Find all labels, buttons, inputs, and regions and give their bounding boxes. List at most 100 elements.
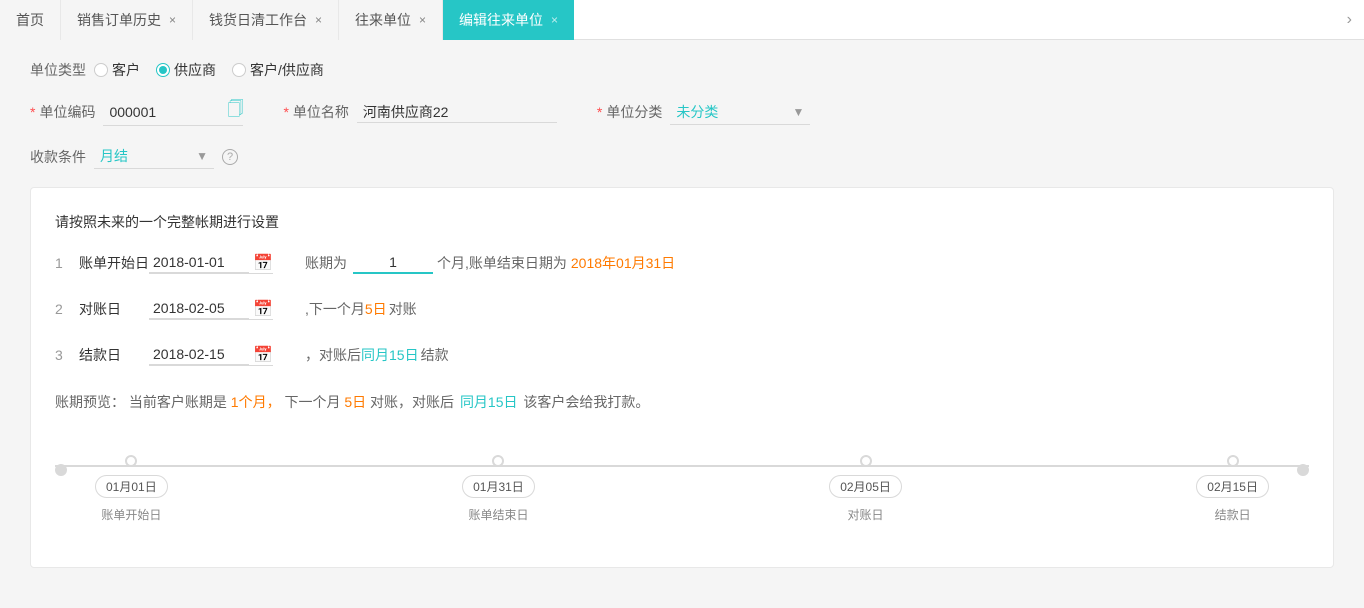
preview-end: 该客户会给我打款。 [523,394,649,410]
payment-terms-row: 收款条件 月结 ▼ ? [30,144,1334,169]
step-3-calendar-icon[interactable]: 📅 [253,345,273,365]
node-desc-1: 账单结束日 [468,506,528,523]
step-3-name: 结款日 [79,345,149,365]
radio-both-circle [232,63,246,77]
timeline-nodes: 01月01日 账单开始日 01月31日 账单结束日 02月05日 对账日 02月… [95,455,1269,523]
radio-both-label: 客户/供应商 [250,60,324,80]
payment-terms-dropdown-icon: ▼ [196,149,208,163]
unit-category-select[interactable]: 未分类 ▼ [670,100,810,125]
radio-supplier-label: 供应商 [174,60,216,80]
tabs-bar: 首页 销售订单历史 × 钱货日清工作台 × 往来单位 × 编辑往来单位 × › [0,0,1364,40]
preview-orange1: 1个月， [231,394,281,410]
preview-before1: 当前客户账期是 [129,394,227,410]
tab-edit-partner-label: 编辑往来单位 [459,10,543,30]
node-desc-2: 对账日 [848,506,884,523]
step-2-desc: ,下一个月 5日 对账 [305,299,417,319]
unit-category-field: * 单位分类 未分类 ▼ [597,100,810,125]
preview-text: 账期预览： 当前客户账期是 1个月， 下一个月 5日 对账，对账后 同月15日 … [55,390,1309,415]
unit-name-input[interactable] [357,102,557,123]
tabs-more-button[interactable]: › [1335,0,1364,40]
node-desc-3: 结款日 [1215,506,1251,523]
unit-code-label: 单位编码 [39,102,95,122]
step-3-desc-suffix: 结款 [421,345,449,365]
payment-terms-field: 收款条件 月结 ▼ ? [30,144,238,169]
payment-terms-label: 收款条件 [30,147,86,167]
tab-partner-units-label: 往来单位 [355,10,411,30]
unit-code-input[interactable] [103,102,223,122]
node-label-0: 01月01日 [95,475,168,498]
node-label-1: 01月31日 [462,475,535,498]
settings-card: 请按照未来的一个完整帐期进行设置 1 账单开始日 📅 账期为 个月,账单结束日期… [30,187,1334,568]
tab-partner-units[interactable]: 往来单位 × [339,0,443,40]
unit-category-label: 单位分类 [606,102,662,122]
radio-customer-label: 客户 [112,60,140,80]
step-2-desc-prefix: ,下一个月 [305,299,365,319]
step-3-date-input[interactable] [149,344,249,365]
step-2-name: 对账日 [79,299,149,319]
payment-terms-value: 月结 [100,146,192,166]
node-circle-0 [125,455,137,467]
unit-category-dropdown-icon: ▼ [792,105,804,119]
radio-both[interactable]: 客户/供应商 [232,60,324,80]
unit-type-field: 单位类型 客户 供应商 客户/供应商 [30,60,324,80]
period-input[interactable] [353,252,433,274]
tab-sales-history-label: 销售订单历史 [77,10,161,30]
timeline-node-1: 01月31日 账单结束日 [462,455,535,523]
step-1-date-input[interactable] [149,252,249,273]
preview-before2: 下一个月 [284,394,340,410]
tab-sales-history[interactable]: 销售订单历史 × [61,0,193,40]
step-1-calendar-icon[interactable]: 📅 [253,253,273,273]
unit-name-label: 单位名称 [293,102,349,122]
step-1-period-end-date: 2018年01月31日 [571,253,675,273]
unit-code-field: * 单位编码 🗍 [30,98,243,126]
tab-edit-partner[interactable]: 编辑往来单位 × [443,0,574,40]
timeline-node-0: 01月01日 账单开始日 [95,455,168,523]
step-2-num: 2 [55,301,79,317]
step-1-date-field: 📅 [149,252,289,274]
tab-edit-partner-close[interactable]: × [551,13,558,27]
step-1-desc: 账期为 个月,账单结束日期为 2018年01月31日 [305,252,675,274]
unit-code-search-icon[interactable]: 🗍 [227,98,243,125]
radio-customer-circle [94,63,108,77]
node-label-3: 02月15日 [1196,475,1269,498]
unit-name-star: * [283,104,288,120]
step-1-name: 账单开始日 [79,253,149,273]
step-3-row: 3 结款日 📅 ，对账后 同月15日 结款 [55,344,1309,366]
step-1-num: 1 [55,255,79,271]
timeline-container: 01月01日 账单开始日 01月31日 账单结束日 02月05日 对账日 02月… [55,435,1309,543]
preview-mid: 对账，对账后 [370,394,454,410]
timeline-endpoint-right [1297,464,1309,476]
step-3-date-input-wrapper: 📅 [149,344,273,366]
unit-type-label: 单位类型 [30,60,86,80]
timeline-endpoint-left [55,464,67,476]
node-circle-3 [1227,455,1239,467]
step-1-period-prefix: 账期为 [305,253,347,273]
main-content: 单位类型 客户 供应商 客户/供应商 * 单位编码 [0,40,1364,608]
step-2-date-input[interactable] [149,298,249,319]
tab-home[interactable]: 首页 [0,0,61,40]
tab-cash-workbench-label: 钱货日清工作台 [209,10,307,30]
tab-partner-units-close[interactable]: × [419,13,426,27]
preview-label: 账期预览： [55,394,125,410]
preview-teal: 同月15日 [460,394,518,410]
node-circle-1 [492,455,504,467]
payment-terms-select[interactable]: 月结 ▼ [94,144,214,169]
timeline-node-3: 02月15日 结款日 [1196,455,1269,523]
step-3-desc-prefix: ，对账后 [305,345,361,365]
step-1-period-unit-prefix: 个月,账单结束日期为 [437,253,567,273]
step-3-date-field: 📅 [149,344,289,366]
unit-type-radio-group: 客户 供应商 客户/供应商 [94,60,324,80]
tab-cash-workbench[interactable]: 钱货日清工作台 × [193,0,339,40]
tab-sales-history-close[interactable]: × [169,13,176,27]
unit-category-star: * [597,104,602,120]
payment-terms-help-icon[interactable]: ? [222,149,238,165]
card-title: 请按照未来的一个完整帐期进行设置 [55,212,1309,232]
preview-orange2: 5日 [344,394,366,410]
radio-supplier[interactable]: 供应商 [156,60,216,80]
tab-cash-workbench-close[interactable]: × [315,13,322,27]
step-2-calendar-icon[interactable]: 📅 [253,299,273,319]
radio-customer[interactable]: 客户 [94,60,140,80]
step-1-date-input-wrapper: 📅 [149,252,273,274]
step-1-row: 1 账单开始日 📅 账期为 个月,账单结束日期为 2018年01月31日 [55,252,1309,274]
unit-code-star: * [30,104,35,120]
